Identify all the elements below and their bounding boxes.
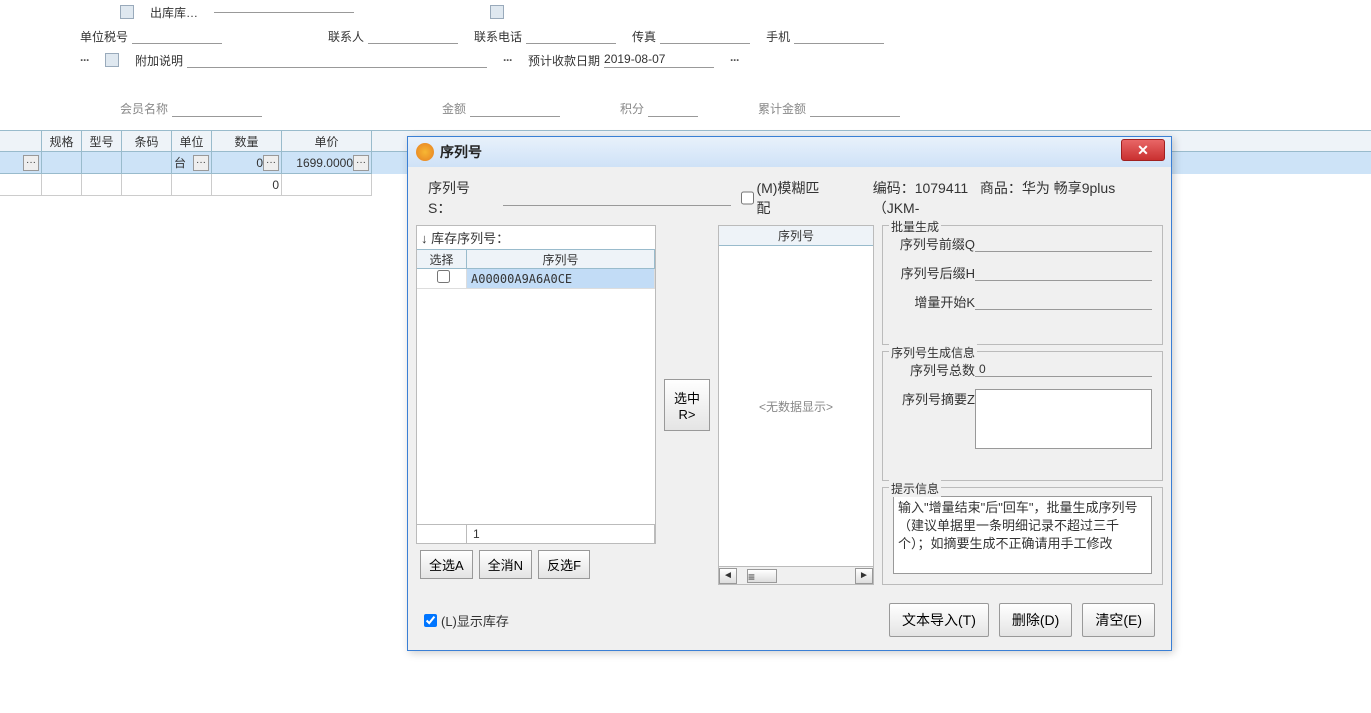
inventory-title: ↓ 库存序列号： (417, 226, 655, 249)
select-all-button[interactable]: 全选A (420, 550, 473, 579)
invert-selection-button[interactable]: 反选F (538, 550, 590, 579)
contact-field: 联系人 (328, 28, 458, 45)
fuzzy-checkbox[interactable]: (M)模糊匹配 (741, 178, 833, 218)
suffix-input[interactable] (975, 265, 1152, 281)
dots-icon[interactable]: ··· (23, 155, 39, 171)
dots-icon[interactable]: ··· (193, 155, 209, 171)
text-import-button[interactable]: 文本导入(T) (889, 603, 989, 637)
selected-header[interactable]: 序列号 (719, 226, 873, 246)
summary-textarea[interactable] (975, 389, 1152, 449)
row-checkbox[interactable] (437, 270, 450, 283)
scroll-left-icon[interactable]: ◄ (719, 568, 737, 584)
inventory-footer: 1 (417, 524, 655, 543)
suffix-label: 序列号后缀H (893, 263, 975, 282)
member-name-label: 会员名称 (120, 100, 168, 117)
dots-icon[interactable]: ··· (503, 53, 512, 67)
col-price[interactable]: 单价 (282, 131, 372, 151)
col-qty[interactable]: 数量 (212, 131, 282, 151)
scrollbar[interactable]: ◄ ≡ ► (719, 566, 873, 584)
cell-qty: 0 (212, 152, 263, 174)
member-total-label: 累计金额 (758, 100, 806, 117)
dots-icon[interactable]: ··· (353, 155, 369, 171)
col-serial[interactable]: 序列号 (467, 250, 655, 268)
col-unit[interactable]: 单位 (172, 131, 212, 151)
scroll-thumb[interactable]: ≡ (747, 569, 777, 583)
fax-field: 传真 (632, 28, 750, 45)
batch-legend: 批量生成 (889, 218, 941, 235)
dialog-title: 序列号 (440, 142, 482, 162)
date-field: 预计收款日期 2019-08-07 (528, 52, 714, 69)
move-right-button[interactable]: 选中R> (664, 379, 710, 431)
start-label: 增量开始K (893, 292, 975, 311)
col-barcode[interactable]: 条码 (122, 131, 172, 151)
tip-group: 提示信息 输入"增量结束"后"回车"，批量生成序列号（建议单据里一条明细记录不超… (882, 487, 1163, 585)
date-value[interactable]: 2019-08-07 (604, 52, 714, 68)
show-stock-checkbox[interactable]: (L)显示库存 (424, 611, 509, 630)
toolbar-icon (120, 5, 134, 19)
batch-group: 批量生成 序列号前缀Q 序列号后缀H 增量开始K (882, 225, 1163, 345)
mobile-field: 手机 (766, 28, 884, 45)
col-select[interactable]: 选择 (417, 250, 467, 268)
tax-field: 单位税号 (80, 28, 222, 45)
col-model[interactable]: 型号 (82, 131, 122, 151)
start-input[interactable] (975, 294, 1152, 310)
clear-button[interactable]: 清空(E) (1082, 603, 1155, 637)
scroll-right-icon[interactable]: ► (855, 568, 873, 584)
selected-panel: 序列号 <无数据显示> ◄ ≡ ► (718, 225, 874, 585)
prefix-label: 序列号前缀Q (893, 234, 975, 253)
titlebar[interactable]: 序列号 ✕ (408, 137, 1171, 167)
serial-dialog: 序列号 ✕ 序列号S： (M)模糊匹配 编码：1079411 商品：华为 畅享9… (407, 136, 1172, 651)
dots-icon[interactable]: ··· (730, 53, 739, 67)
tip-text: 输入"增量结束"后"回车"，批量生成序列号（建议单据里一条明细记录不超过三千个）… (893, 496, 1152, 574)
info-legend: 序列号生成信息 (889, 344, 977, 361)
tip-legend: 提示信息 (889, 480, 941, 497)
member-points-label: 积分 (620, 100, 644, 117)
dots-icon[interactable]: ··· (80, 53, 89, 67)
serial-value: A00000A9A6A0CE (467, 269, 655, 289)
member-row: 会员名称 金额 积分 累计金额 (0, 100, 1371, 117)
search-row: 序列号S： (M)模糊匹配 编码：1079411 商品：华为 畅享9plus （… (428, 183, 1163, 213)
summary-label: 序列号摘要Z (893, 389, 975, 408)
cell-unit: 台 (172, 152, 193, 174)
dots-icon[interactable]: ··· (263, 155, 279, 171)
total-label: 序列号总数 (893, 360, 975, 379)
member-amount-label: 金额 (442, 100, 466, 117)
inventory-count: 1 (467, 525, 655, 543)
app-icon (416, 143, 434, 161)
prefix-input[interactable] (975, 236, 1152, 252)
empty-text: <无数据显示> (719, 246, 873, 566)
background-form: 出库库… 单位税号 联系人 联系电话 传真 手机 ··· 附加说明 ··· 预计… (0, 0, 1371, 72)
serial-input[interactable] (503, 190, 731, 206)
cell-price: 1699.0000 (282, 152, 353, 174)
close-button[interactable]: ✕ (1121, 139, 1165, 161)
inventory-row[interactable]: A00000A9A6A0CE (417, 269, 655, 289)
total-value: 0 (975, 362, 1152, 377)
deselect-all-button[interactable]: 全消N (479, 550, 532, 579)
col-spec[interactable]: 规格 (42, 131, 82, 151)
code-info: 编码：1079411 商品：华为 畅享9plus （JKM- (873, 178, 1163, 218)
toolbar-icon (490, 5, 504, 19)
attach-field: 附加说明 (135, 52, 487, 69)
serial-label: 序列号S： (428, 178, 493, 218)
attach-icon[interactable] (105, 53, 119, 67)
cell-qty: 0 (212, 174, 282, 196)
info-group: 序列号生成信息 序列号总数0 序列号摘要Z (882, 351, 1163, 481)
inventory-panel: ↓ 库存序列号： 选择 序列号 A00000A9A6A0CE 1 (416, 225, 656, 544)
delete-button[interactable]: 删除(D) (999, 603, 1072, 637)
bg-label: 出库库… (150, 4, 198, 21)
phone-field: 联系电话 (474, 28, 616, 45)
